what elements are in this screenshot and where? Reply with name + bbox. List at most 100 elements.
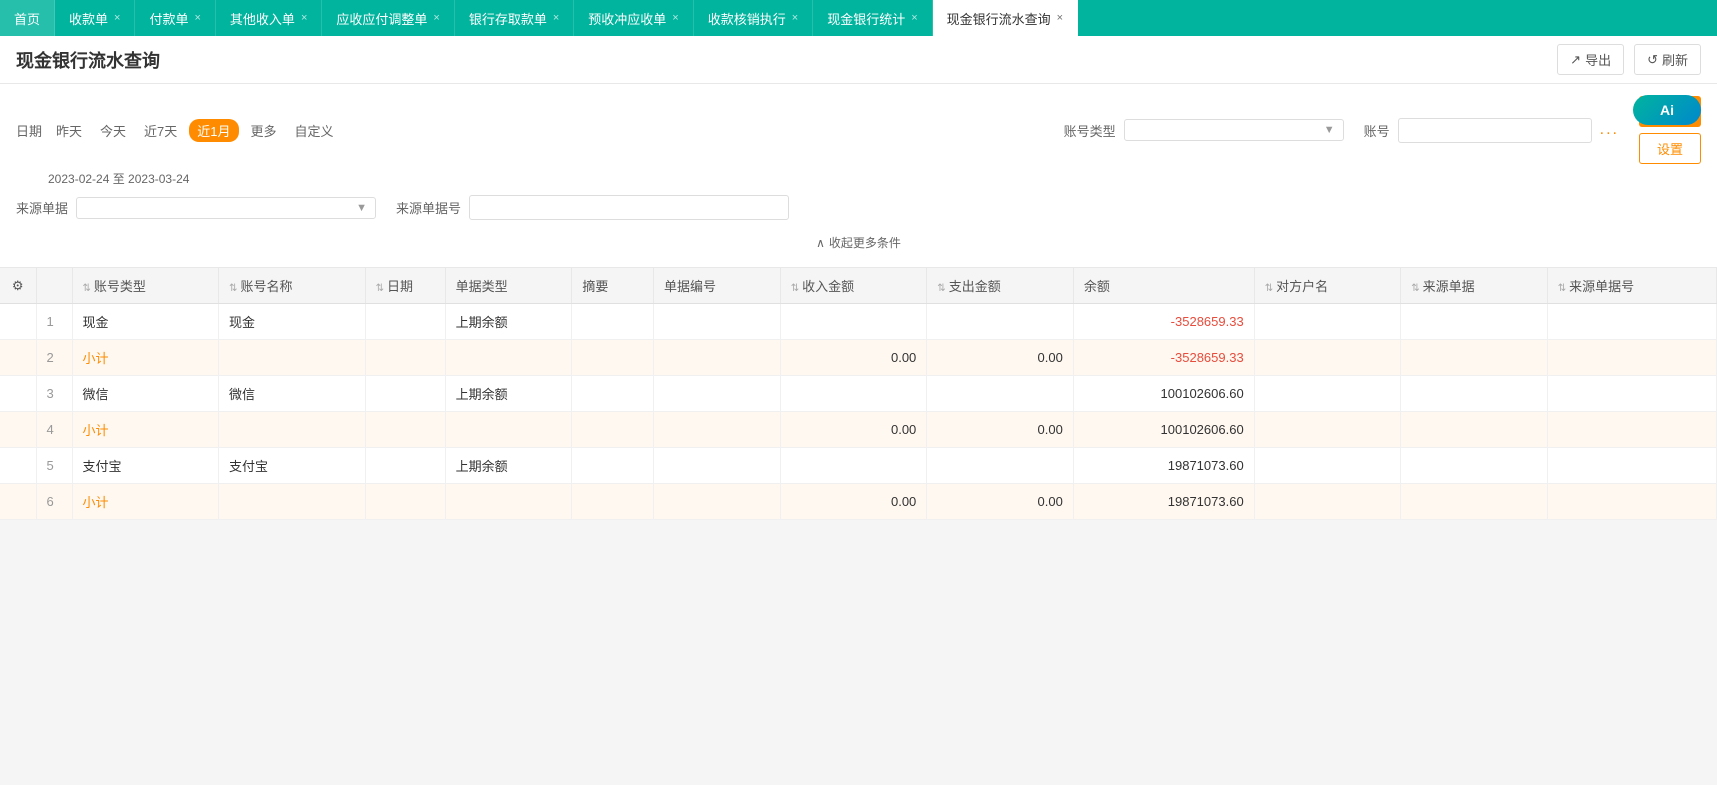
settings-button[interactable]: 设置 [1639, 133, 1701, 164]
date-shortcuts: 昨天今天近7天近1月更多自定义 [50, 119, 340, 142]
ai-badge[interactable]: Ai [1633, 95, 1701, 125]
td-source-doc-num [1547, 448, 1716, 484]
nav-tab-银行存取款单[interactable]: 银行存取款单× [455, 0, 574, 36]
nav-home-label: 首页 [14, 9, 40, 28]
td-account-type: 小计 [72, 412, 219, 448]
close-icon[interactable]: × [1057, 12, 1063, 24]
td-source-doc-num [1547, 412, 1716, 448]
td-income [780, 448, 927, 484]
date-shortcut-昨天[interactable]: 昨天 [50, 119, 88, 142]
data-table: ⚙ ⇅账号类型 ⇅账号名称 ⇅日期 单据类型 摘要 单据编号 ⇅收入金额 ⇅支出… [0, 268, 1717, 520]
td-date [365, 484, 445, 520]
nav-home[interactable]: 首页 [0, 0, 55, 36]
col-account-name[interactable]: ⇅账号名称 [219, 268, 366, 304]
refresh-button[interactable]: ↺ 刷新 [1634, 44, 1701, 75]
td-doc-num [653, 340, 780, 376]
nav-tab-收款单[interactable]: 收款单 × [55, 0, 135, 36]
td-doc-num [653, 448, 780, 484]
td-balance: 100102606.60 [1073, 376, 1254, 412]
close-icon[interactable]: × [553, 12, 559, 24]
refresh-icon: ↺ [1647, 52, 1658, 68]
date-shortcut-自定义[interactable]: 自定义 [289, 119, 340, 142]
nav-tab-其他收入单[interactable]: 其他收入单× [216, 0, 322, 36]
td-account-name: 支付宝 [219, 448, 366, 484]
collapse-bar[interactable]: ∧ 收起更多条件 [16, 230, 1701, 255]
td-account-name [219, 412, 366, 448]
nav-tab-预收冲应收单[interactable]: 预收冲应收单 × [574, 0, 693, 36]
refresh-label: 刷新 [1662, 50, 1688, 69]
nav-tab-付款单[interactable]: 付款单× [135, 0, 215, 36]
nav-tab-现金银行统计[interactable]: 现金银行统计× [813, 0, 932, 36]
col-income[interactable]: ⇅收入金额 [780, 268, 927, 304]
date-shortcut-近1月[interactable]: 近1月 [189, 119, 238, 142]
nav-tab-label: 收款单 [69, 9, 108, 28]
table-row[interactable]: 5 支付宝 支付宝 上期余额 19871073.60 [0, 448, 1717, 484]
dots-button[interactable]: ... [1600, 121, 1619, 139]
col-source-doc-num[interactable]: ⇅来源单据号 [1547, 268, 1716, 304]
td-source-doc [1401, 376, 1548, 412]
td-balance: 19871073.60 [1073, 448, 1254, 484]
col-account-type[interactable]: ⇅账号类型 [72, 268, 219, 304]
nav-tab-收款核销执行[interactable]: 收款核销执行× [694, 0, 813, 36]
source-doc-num-input[interactable] [469, 195, 789, 220]
td-source-doc [1401, 448, 1548, 484]
td-date [365, 412, 445, 448]
filter-row-1: 日期 昨天今天近7天近1月更多自定义 账号类型 ▼ 账号 ... 查询 设置 [16, 96, 1701, 164]
source-doc-select[interactable]: ▼ [76, 197, 376, 219]
td-source-doc-num [1547, 340, 1716, 376]
date-shortcut-今天[interactable]: 今天 [94, 119, 132, 142]
td-expense: 0.00 [927, 484, 1074, 520]
account-type-select[interactable]: ▼ [1124, 119, 1344, 141]
td-summary [572, 412, 654, 448]
nav-tab-label: 应收应付调整单 [336, 9, 427, 28]
table-row[interactable]: 2 小计 0.00 0.00 -3528659.33 [0, 340, 1717, 376]
nav-tab-现金银行流水查询[interactable]: 现金银行流水查询× [933, 0, 1078, 36]
close-icon[interactable]: × [301, 12, 307, 24]
page-header: 现金银行流水查询 ↗ 导出 ↺ 刷新 [0, 36, 1717, 84]
close-icon[interactable]: × [911, 12, 917, 24]
td-index: 6 [36, 484, 72, 520]
td-counterpart [1254, 412, 1401, 448]
close-icon[interactable]: × [114, 12, 120, 24]
td-account-name [219, 484, 366, 520]
filter-row-2: 来源单据 ▼ 来源单据号 [16, 195, 1701, 220]
table-row[interactable]: 6 小计 0.00 0.00 19871073.60 [0, 484, 1717, 520]
date-shortcut-近7天[interactable]: 近7天 [138, 119, 183, 142]
table-row[interactable]: 3 微信 微信 上期余额 100102606.60 [0, 376, 1717, 412]
td-doc-type: 上期余额 [445, 304, 572, 340]
td-doc-num [653, 484, 780, 520]
col-doc-num: 单据编号 [653, 268, 780, 304]
account-label: 账号 [1364, 121, 1390, 140]
close-icon[interactable]: × [433, 12, 439, 24]
td-account-type: 微信 [72, 376, 219, 412]
td-income: 0.00 [780, 412, 927, 448]
td-expense [927, 376, 1074, 412]
date-shortcut-更多[interactable]: 更多 [245, 119, 283, 142]
td-account-type: 小计 [72, 484, 219, 520]
nav-tab-label: 预收冲应收单 [588, 9, 666, 28]
collapse-up-icon: ∧ [816, 236, 825, 250]
table-row[interactable]: 1 现金 现金 上期余额 -3528659.33 [0, 304, 1717, 340]
td-doc-type [445, 340, 572, 376]
account-input[interactable] [1398, 118, 1592, 143]
account-filter-group: 账号 ... [1364, 118, 1619, 143]
col-expense[interactable]: ⇅支出金额 [927, 268, 1074, 304]
export-button[interactable]: ↗ 导出 [1557, 44, 1624, 75]
col-settings[interactable]: ⚙ [0, 268, 36, 304]
date-filter-group: 日期 昨天今天近7天近1月更多自定义 [16, 119, 340, 142]
col-counterpart[interactable]: ⇅对方户名 [1254, 268, 1401, 304]
td-balance: 100102606.60 [1073, 412, 1254, 448]
td-account-type: 现金 [72, 304, 219, 340]
nav-tab-应收应付调整单[interactable]: 应收应付调整单 × [322, 0, 454, 36]
close-icon[interactable]: × [672, 12, 678, 24]
table-row[interactable]: 4 小计 0.00 0.00 100102606.60 [0, 412, 1717, 448]
col-index [36, 268, 72, 304]
td-income: 0.00 [780, 484, 927, 520]
close-icon[interactable]: × [194, 12, 200, 24]
col-source-doc[interactable]: ⇅来源单据 [1401, 268, 1548, 304]
td-counterpart [1254, 340, 1401, 376]
col-date[interactable]: ⇅日期 [365, 268, 445, 304]
close-icon[interactable]: × [792, 12, 798, 24]
source-doc-label: 来源单据 [16, 198, 68, 217]
td-expense [927, 448, 1074, 484]
